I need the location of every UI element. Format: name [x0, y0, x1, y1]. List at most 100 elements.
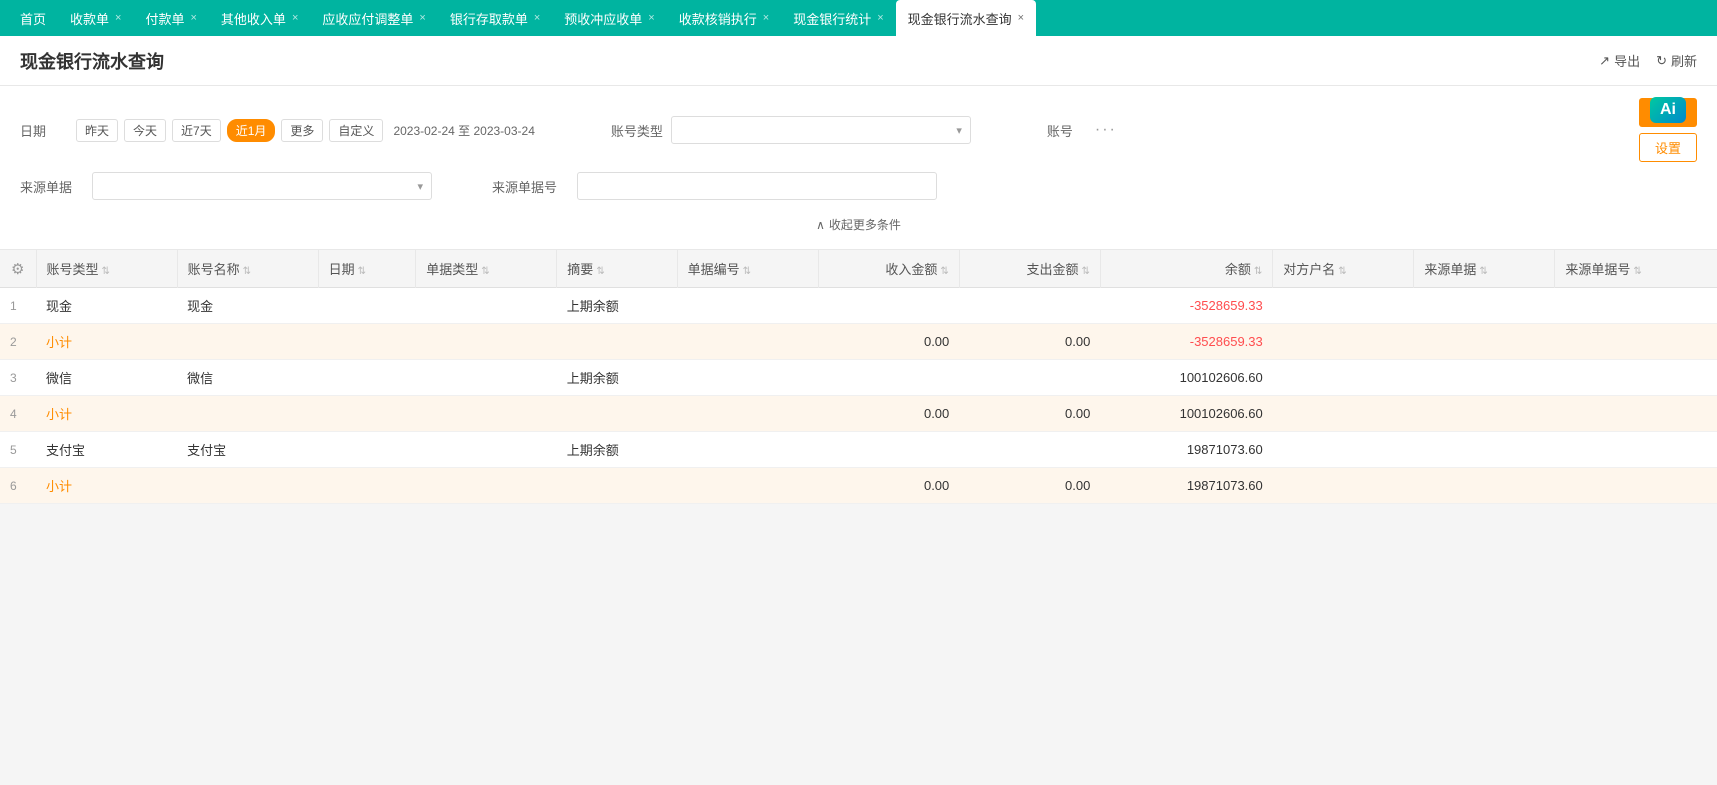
close-icon[interactable]: × [1018, 12, 1024, 24]
sort-icon: ⇅ [243, 266, 251, 277]
col-expense[interactable]: 支出金额⇅ [959, 250, 1100, 288]
nav-prepay[interactable]: 预收冲应收单 × [552, 0, 666, 36]
source-doc-num-input[interactable] [577, 172, 937, 200]
cell-balance: 19871073.60 [1100, 432, 1272, 468]
nav-other-income[interactable]: 其他收入单 × [209, 0, 310, 36]
cell-doc-no [677, 432, 818, 468]
export-button[interactable]: ↗ 导出 [1599, 51, 1640, 70]
refresh-button[interactable]: ↻ 刷新 [1656, 51, 1697, 70]
cell-summary: 上期余额 [557, 288, 677, 324]
col-account-type[interactable]: 账号类型⇅ [36, 250, 177, 288]
cell-date [318, 432, 416, 468]
filter-row-source: 来源单据 ▾ 来源单据号 [20, 172, 1697, 200]
cell-counter-party [1273, 468, 1414, 504]
cell-expense [959, 360, 1100, 396]
close-icon[interactable]: × [292, 12, 298, 24]
nav-cash-flow[interactable]: 现金银行流水查询 × [896, 0, 1036, 36]
table-container: ⚙ 账号类型⇅ 账号名称⇅ 日期⇅ 单据类型⇅ 摘要⇅ 单据编号 [0, 250, 1717, 504]
cell-income [818, 360, 959, 396]
cell-doc-type [416, 432, 557, 468]
col-income[interactable]: 收入金额⇅ [818, 250, 959, 288]
nav-cash-stat[interactable]: 现金银行统计 × [781, 0, 895, 36]
col-counter-party[interactable]: 对方户名⇅ [1273, 250, 1414, 288]
col-doc-type[interactable]: 单据类型⇅ [416, 250, 557, 288]
cell-counter-party [1273, 396, 1414, 432]
cell-account-type: 小计 [36, 324, 177, 360]
close-icon[interactable]: × [419, 12, 425, 24]
ai-badge[interactable]: Ai [1650, 97, 1686, 123]
settings-button[interactable]: 设置 [1639, 133, 1697, 162]
cell-expense [959, 432, 1100, 468]
col-date[interactable]: 日期⇅ [318, 250, 416, 288]
sort-icon: ⇅ [1338, 266, 1346, 277]
cell-income [818, 432, 959, 468]
cell-account-name: 现金 [177, 288, 318, 324]
source-doc-num-label: 来源单据号 [492, 177, 557, 196]
date-btn-more[interactable]: 更多 [281, 119, 323, 142]
date-btn-7days[interactable]: 近7天 [172, 119, 221, 142]
cell-date [318, 396, 416, 432]
source-doc-select[interactable]: ▾ [92, 172, 432, 200]
cell-source-doc [1414, 324, 1555, 360]
gear-icon[interactable]: ⚙ [11, 261, 24, 278]
table-row: 4 小计 0.00 0.00 100102606.60 [0, 396, 1717, 432]
close-icon[interactable]: × [763, 12, 769, 24]
page-header: 现金银行流水查询 ↗ 导出 ↻ 刷新 [0, 36, 1717, 86]
account-type-select[interactable]: ▾ [671, 116, 971, 144]
date-btn-yesterday[interactable]: 昨天 [76, 119, 118, 142]
close-icon[interactable]: × [190, 12, 196, 24]
col-source-doc-no[interactable]: 来源单据号⇅ [1555, 250, 1717, 288]
date-options: 昨天 今天 近7天 近1月 更多 自定义 2023-02-24 至 2023-0… [76, 119, 535, 142]
cell-balance: 100102606.60 [1100, 396, 1272, 432]
cell-date [318, 324, 416, 360]
cell-counter-party [1273, 360, 1414, 396]
col-account-name[interactable]: 账号名称⇅ [177, 250, 318, 288]
nav-bank-deposit[interactable]: 银行存取款单 × [438, 0, 552, 36]
close-icon[interactable]: × [648, 12, 654, 24]
cell-doc-type [416, 360, 557, 396]
cell-doc-no [677, 288, 818, 324]
cell-account-type: 小计 [36, 468, 177, 504]
account-filter: 账号 ··· [1047, 121, 1117, 140]
close-icon[interactable]: × [534, 12, 540, 24]
table-row: 1 现金 现金 上期余额 -3528659.33 [0, 288, 1717, 324]
filter-row-date: 日期 昨天 今天 近7天 近1月 更多 自定义 2023-02-24 至 202… [20, 98, 1697, 162]
row-num: 3 [0, 360, 36, 396]
date-btn-today[interactable]: 今天 [124, 119, 166, 142]
nav-ar-ap-adjust[interactable]: 应收应付调整单 × [310, 0, 437, 36]
cell-doc-type [416, 288, 557, 324]
source-doc-label: 来源单据 [20, 177, 72, 196]
cell-summary [557, 324, 677, 360]
cell-balance: 19871073.60 [1100, 468, 1272, 504]
nav-collect-exec[interactable]: 收款核销执行 × [667, 0, 781, 36]
col-source-doc[interactable]: 来源单据⇅ [1414, 250, 1555, 288]
cell-counter-party [1273, 288, 1414, 324]
nav-payment[interactable]: 付款单 × [133, 0, 208, 36]
col-doc-no[interactable]: 单据编号⇅ [677, 250, 818, 288]
cell-date [318, 468, 416, 504]
cell-doc-no [677, 396, 818, 432]
sort-icon: ⇅ [940, 266, 948, 277]
cell-source-doc [1414, 396, 1555, 432]
col-balance[interactable]: 余额⇅ [1100, 250, 1272, 288]
table-row: 2 小计 0.00 0.00 -3528659.33 [0, 324, 1717, 360]
row-num: 1 [0, 288, 36, 324]
row-num: 4 [0, 396, 36, 432]
collapse-bar[interactable]: ∧ 收起更多条件 [20, 210, 1697, 237]
page-title: 现金银行流水查询 [20, 48, 164, 74]
nav-receipt[interactable]: 收款单 × [58, 0, 133, 36]
col-summary[interactable]: 摘要⇅ [557, 250, 677, 288]
sort-icon: ⇅ [358, 266, 366, 277]
close-icon[interactable]: × [115, 12, 121, 24]
date-btn-1month[interactable]: 近1月 [227, 119, 276, 142]
col-settings[interactable]: ⚙ [0, 250, 36, 288]
nav-home[interactable]: 首页 [8, 0, 58, 36]
cell-account-type: 小计 [36, 396, 177, 432]
date-btn-custom[interactable]: 自定义 [329, 119, 383, 142]
account-more-button[interactable]: ··· [1095, 121, 1117, 139]
cell-doc-type [416, 468, 557, 504]
cell-doc-no [677, 360, 818, 396]
close-icon[interactable]: × [877, 12, 883, 24]
header-actions: ↗ 导出 ↻ 刷新 [1599, 51, 1697, 70]
cell-source-doc [1414, 468, 1555, 504]
